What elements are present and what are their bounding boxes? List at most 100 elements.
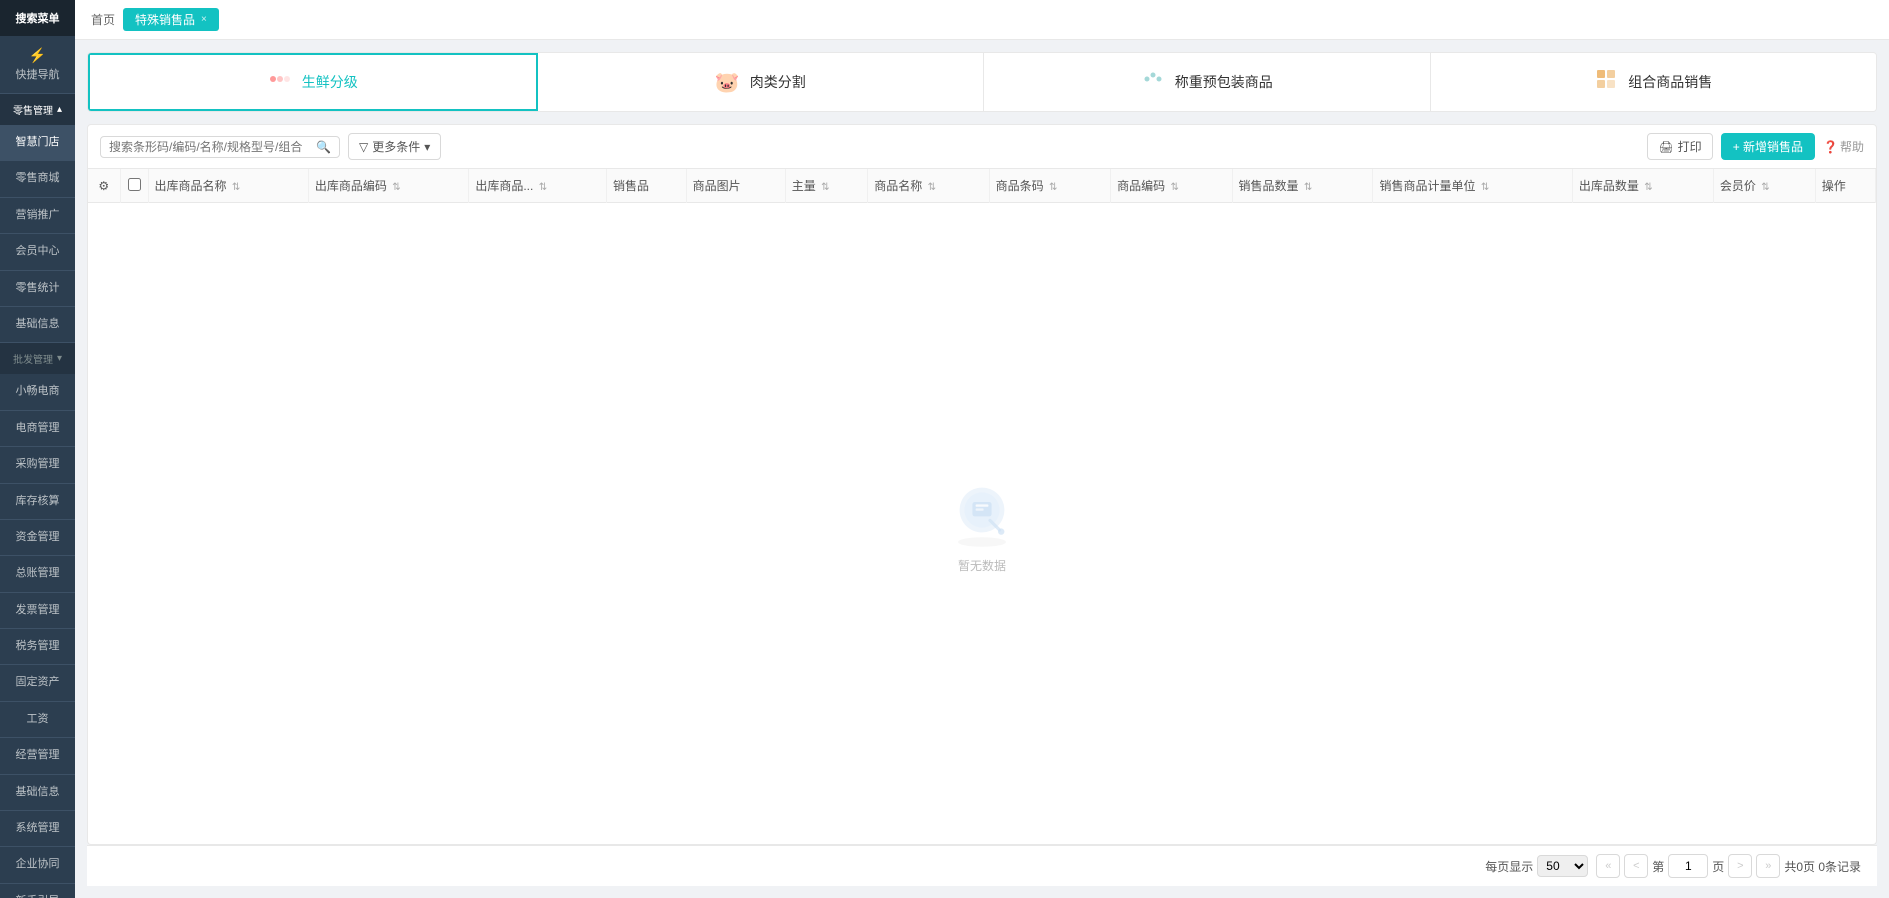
filter-arrow-icon: ▾ — [424, 140, 430, 154]
col-product-barcode[interactable]: 商品条码 ⇅ — [989, 169, 1110, 203]
tab-cards: 生鲜分级 🐷 肉类分割 称重预包装商品 — [87, 52, 1877, 112]
sidebar-item-enterprise[interactable]: 企业协同 — [0, 847, 75, 883]
filter-button[interactable]: ▽ 更多条件 ▾ — [348, 133, 441, 160]
sidebar-item-sales-promo[interactable]: 营销推广 — [0, 198, 75, 234]
sidebar-item-retail-mgmt[interactable]: 零售管理 ▴ — [0, 94, 75, 125]
retail-mgmt-label: 零售管理 — [13, 102, 53, 117]
prev-page-btn[interactable]: < — [1624, 854, 1648, 878]
col-weight[interactable]: 主量 ⇅ — [785, 169, 867, 203]
sidebar-item-ecom-mgmt[interactable]: 电商管理 — [0, 411, 75, 447]
sort-icon: ⇅ — [1170, 182, 1178, 193]
close-tab-btn[interactable]: × — [201, 14, 207, 25]
first-page-btn[interactable]: « — [1596, 854, 1620, 878]
search-wrap: 🔍 — [100, 136, 340, 158]
fresh-grade-icon — [268, 67, 292, 97]
next-page-btn[interactable]: > — [1728, 854, 1752, 878]
table-container: ⚙ 出库商品名称 ⇅ 出库商品编码 ⇅ 出库商品... ⇅ — [87, 169, 1877, 845]
sidebar-item-member-center[interactable]: 会员中心 — [0, 234, 75, 270]
filter-label: 更多条件 — [372, 138, 420, 155]
sidebar-item-label: 发票管理 — [16, 604, 60, 616]
sidebar-item-quick-nav[interactable]: ⚡ 快捷导航 — [0, 36, 75, 94]
sort-icon: ⇅ — [1049, 182, 1057, 193]
col-operation: 操作 — [1815, 169, 1875, 203]
sidebar-item-invoice-mgmt[interactable]: 发票管理 — [0, 593, 75, 629]
col-sales-product[interactable]: 销售品 — [607, 169, 687, 203]
tab-fresh-grade[interactable]: 生鲜分级 — [88, 53, 538, 111]
print-icon: 🖨 — [1658, 140, 1673, 154]
col-out-product-name[interactable]: 出库商品名称 ⇅ — [148, 169, 308, 203]
sidebar-item-smart-store[interactable]: 智慧门店 — [0, 125, 75, 161]
tab-combo[interactable]: 组合商品销售 — [1431, 53, 1877, 111]
col-product-code[interactable]: 商品编码 ⇅ — [1111, 169, 1232, 203]
col-out-qty[interactable]: 出库品数量 ⇅ — [1572, 169, 1713, 203]
page-suffix: 页 — [1712, 858, 1724, 875]
sidebar-item-finance-mgmt[interactable]: 资金管理 — [0, 520, 75, 556]
print-label: 打印 — [1678, 138, 1702, 155]
home-breadcrumb[interactable]: 首页 — [91, 11, 115, 28]
col-sales-unit[interactable]: 销售商品计量单位 ⇅ — [1373, 169, 1572, 203]
sidebar-item-ops-mgmt[interactable]: 经营管理 — [0, 738, 75, 774]
sort-icon: ⇅ — [232, 182, 240, 193]
sidebar-item-label: 库存核算 — [16, 495, 60, 507]
sidebar-item-label: 企业协同 — [16, 858, 60, 870]
wholesale-mgmt-arrow: ▾ — [57, 353, 62, 364]
col-sales-qty[interactable]: 销售品数量 ⇅ — [1232, 169, 1373, 203]
sidebar-item-purchase-mgmt[interactable]: 采购管理 — [0, 447, 75, 483]
sidebar-item-label: 总账管理 — [16, 567, 60, 579]
help-button[interactable]: ❓ 帮助 — [1823, 138, 1864, 155]
sidebar-item-payroll[interactable]: 工资 — [0, 702, 75, 738]
sidebar-item-tax-mgmt[interactable]: 税务管理 — [0, 629, 75, 665]
per-page-select[interactable]: 10 20 50 100 — [1537, 855, 1588, 877]
tab-weigh-pack-label: 称重预包装商品 — [1175, 72, 1273, 92]
sidebar-item-system-mgmt[interactable]: 系统管理 — [0, 811, 75, 847]
print-button[interactable]: 🖨 打印 — [1647, 133, 1712, 160]
filter-icon: ▽ — [359, 140, 368, 154]
last-page-btn[interactable]: » — [1756, 854, 1780, 878]
tab-weigh-pack[interactable]: 称重预包装商品 — [984, 53, 1431, 111]
sidebar-item-inventory[interactable]: 库存核算 — [0, 484, 75, 520]
sort-icon: ⇅ — [539, 182, 547, 193]
sidebar-item-newbie[interactable]: 新手引导 — [0, 884, 75, 898]
tab-meat-cut[interactable]: 🐷 肉类分割 — [538, 53, 985, 111]
page-input[interactable] — [1668, 854, 1708, 878]
toolbar-right: 🖨 打印 + 新增销售品 ❓ 帮助 — [1647, 133, 1864, 160]
sidebar-item-label: 零售统计 — [16, 282, 60, 294]
sidebar-item-basic-info2[interactable]: 基础信息 — [0, 775, 75, 811]
sidebar-item-label: 智慧门店 — [16, 136, 60, 148]
search-icon: 🔍 — [316, 140, 331, 154]
select-all-checkbox[interactable] — [128, 178, 141, 191]
help-icon: ❓ — [1823, 140, 1838, 154]
sort-icon: ⇅ — [392, 182, 400, 193]
sidebar-item-label: 快捷导航 — [16, 69, 60, 81]
sidebar-item-label: 工资 — [27, 713, 49, 725]
sidebar-item-label: 系统管理 — [16, 822, 60, 834]
sidebar-item-fixed-assets[interactable]: 固定资产 — [0, 665, 75, 701]
sidebar-item-retail-mall[interactable]: 零售商城 — [0, 161, 75, 197]
search-input[interactable] — [109, 140, 312, 154]
sidebar-item-label: 税务管理 — [16, 640, 60, 652]
col-product-image[interactable]: 商品图片 — [686, 169, 785, 203]
col-checkbox[interactable] — [120, 169, 148, 203]
sidebar-item-basic-info[interactable]: 基础信息 — [0, 307, 75, 343]
main-content: 首页 特殊销售品 × 生鲜分级 🐷 肉类分割 — [75, 0, 1889, 898]
weigh-pack-icon — [1141, 67, 1165, 97]
sidebar: 搜索菜单 ⚡ 快捷导航 零售管理 ▴ 智慧门店 零售商城 营销推广 会员中心 零… — [0, 0, 75, 898]
col-out-product-code[interactable]: 出库商品编码 ⇅ — [308, 169, 468, 203]
col-product-name[interactable]: 商品名称 ⇅ — [868, 169, 989, 203]
col-out-product-abbr[interactable]: 出库商品... ⇅ — [469, 169, 607, 203]
sidebar-item-mini-ecom[interactable]: 小畅电商 — [0, 374, 75, 410]
help-label: 帮助 — [1840, 138, 1864, 155]
col-settings[interactable]: ⚙ — [88, 169, 120, 203]
tab-meat-cut-label: 肉类分割 — [750, 72, 806, 92]
topbar: 首页 特殊销售品 × — [75, 0, 1889, 40]
sort-icon: ⇅ — [821, 182, 829, 193]
col-member-price[interactable]: 会员价 ⇅ — [1713, 169, 1815, 203]
empty-text: 暂无数据 — [958, 557, 1006, 574]
sidebar-logo[interactable]: 搜索菜单 — [0, 0, 75, 36]
sidebar-item-wholesale-mgmt[interactable]: 批发管理 ▾ — [0, 343, 75, 374]
sidebar-item-retail-stats[interactable]: 零售统计 — [0, 271, 75, 307]
new-sales-item-button[interactable]: + 新增销售品 — [1721, 133, 1815, 160]
sidebar-item-general-ledger[interactable]: 总账管理 — [0, 556, 75, 592]
tab-fresh-grade-label: 生鲜分级 — [302, 72, 358, 92]
sort-icon: ⇅ — [1761, 182, 1769, 193]
